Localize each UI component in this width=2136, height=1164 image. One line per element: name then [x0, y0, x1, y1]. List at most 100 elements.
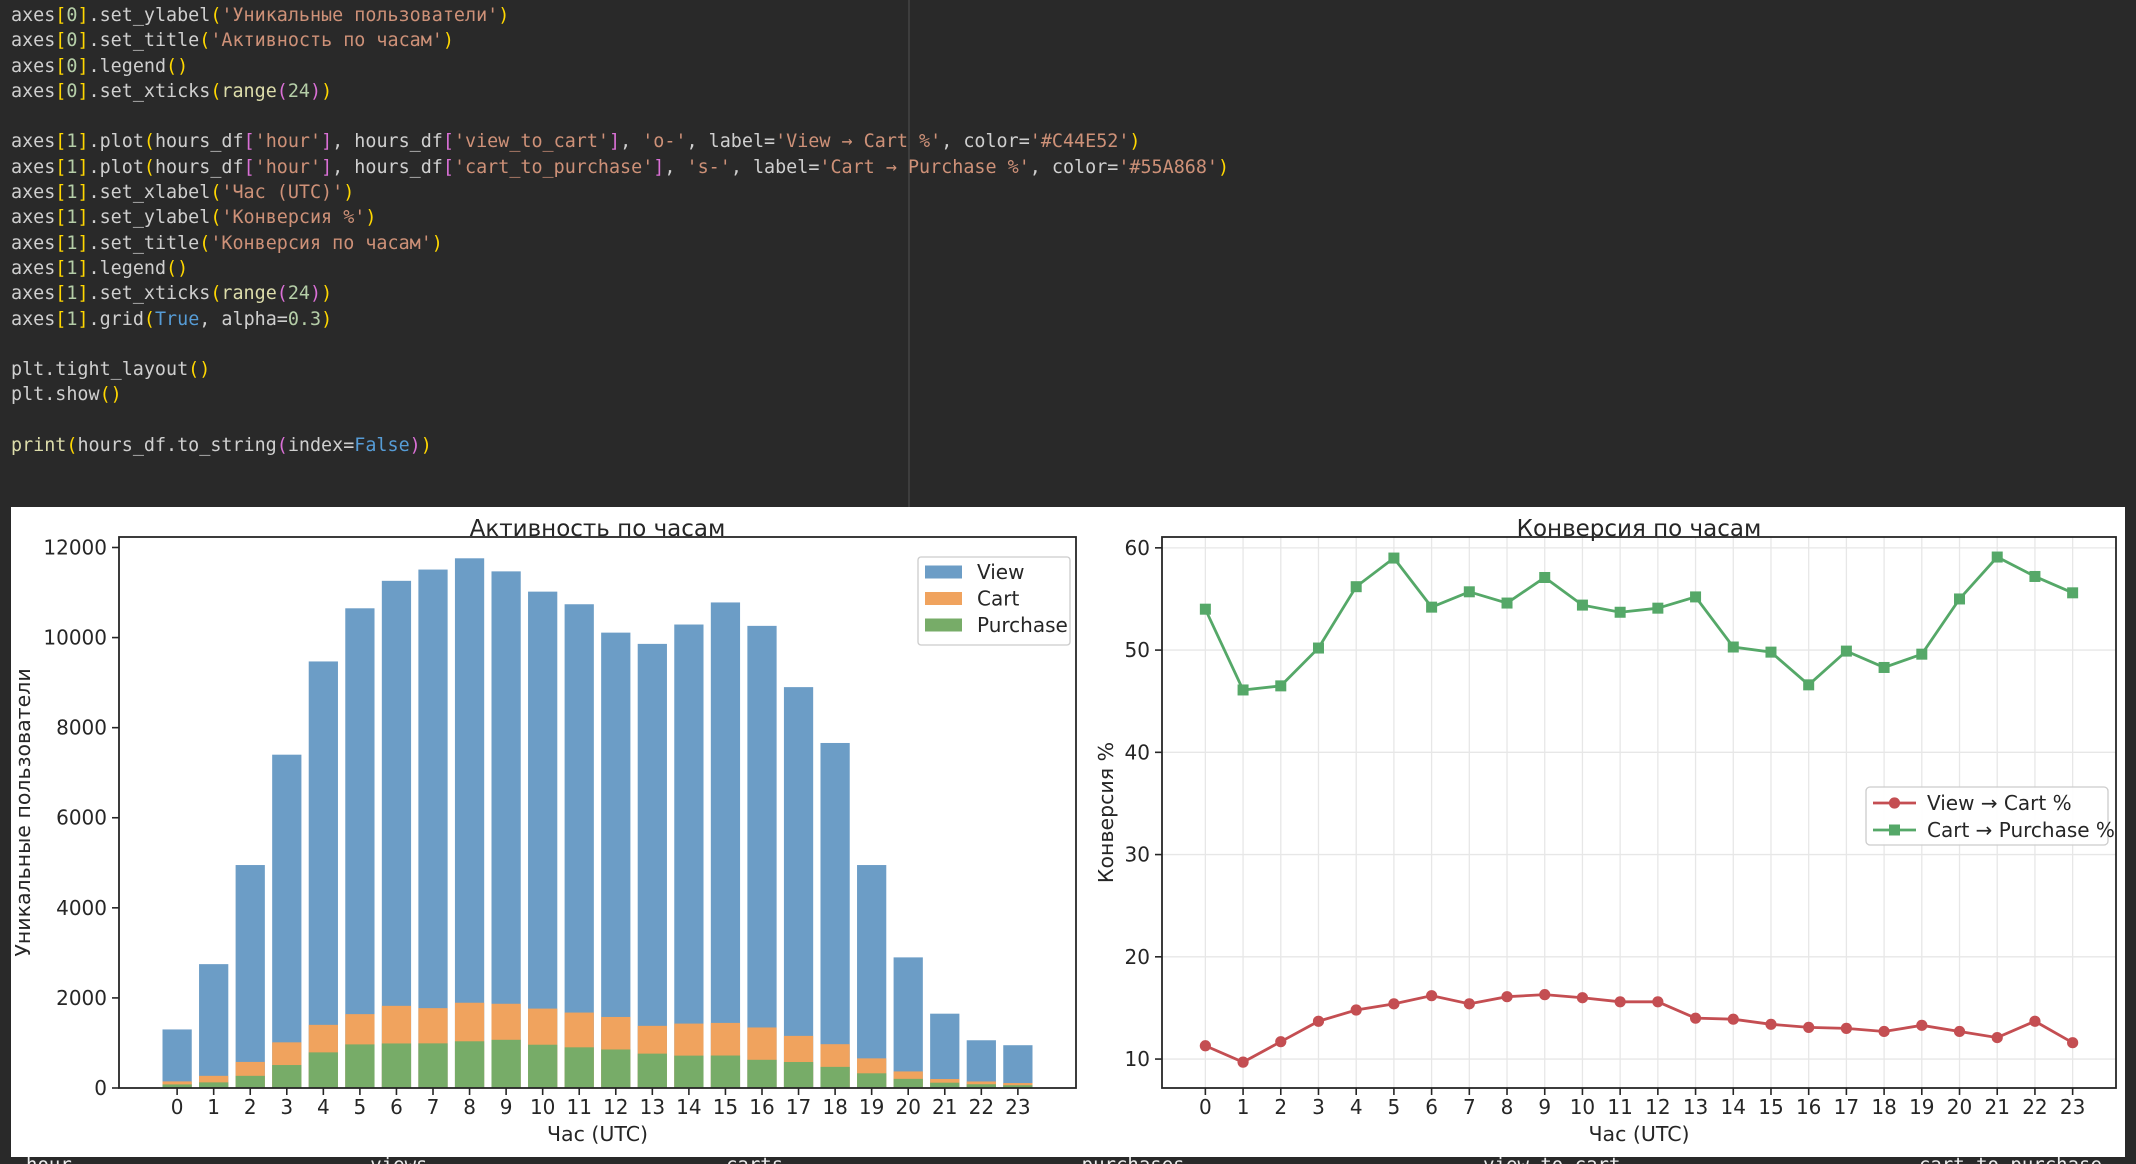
- svg-text:9: 9: [1538, 1095, 1551, 1119]
- code-lines: axes[0].set_ylabel('Уникальные пользоват…: [11, 3, 1229, 458]
- conversion-legend: View → Cart % Cart → Purchase %: [1865, 786, 2115, 846]
- svg-text:7: 7: [1463, 1095, 1476, 1119]
- svg-text:1: 1: [1237, 1095, 1250, 1119]
- code-line-12: axes[1].set_xticks(range(24)): [11, 283, 333, 305]
- svg-text:15: 15: [713, 1095, 738, 1119]
- series-view-to-cart: [1199, 989, 2079, 1068]
- svg-text:2: 2: [244, 1095, 257, 1119]
- svg-text:13: 13: [1683, 1095, 1708, 1119]
- svg-text:3: 3: [280, 1095, 293, 1119]
- dataframe-header-row: hourviewscartspurchasesview_to_cartcart_…: [0, 1157, 2136, 1164]
- series-cart-to-purchase: [1199, 551, 2079, 696]
- svg-text:0: 0: [1199, 1095, 1212, 1119]
- svg-text:5: 5: [354, 1095, 367, 1119]
- svg-text:14: 14: [1721, 1095, 1746, 1119]
- svg-text:13: 13: [640, 1095, 665, 1119]
- svg-text:1: 1: [207, 1095, 220, 1119]
- svg-text:17: 17: [1834, 1095, 1859, 1119]
- svg-text:50: 50: [1125, 638, 1150, 662]
- activity-legend: View CartPurchase: [917, 556, 1071, 646]
- svg-text:View → Cart %: View → Cart %: [1927, 791, 2072, 815]
- code-line-15: plt.tight_layout(): [11, 359, 211, 381]
- code-line-16: plt.show(): [11, 384, 122, 406]
- bars-view: [162, 558, 1033, 1088]
- code-line-2: axes[0].set_title('Активность по часам'): [11, 30, 454, 52]
- svg-text:Purchase: Purchase: [977, 613, 1068, 637]
- svg-text:10000: 10000: [43, 626, 107, 650]
- svg-text:Cart → Purchase %: Cart → Purchase %: [1927, 818, 2115, 842]
- matplotlib-figure: 0 1 2 3 4 5 6 7 8 9 10 11 12 13 14 15 16 17 18 19 20 21 22 23 0 2…: [11, 507, 2125, 1157]
- svg-text:4000: 4000: [56, 896, 107, 920]
- svg-text:14: 14: [676, 1095, 701, 1119]
- svg-text:22: 22: [2022, 1095, 2047, 1119]
- svg-text:18: 18: [822, 1095, 847, 1119]
- svg-text:18: 18: [1871, 1095, 1896, 1119]
- svg-text:Конверсия по часам: Конверсия по часам: [1517, 516, 1762, 542]
- dataframe-output-preview: hourviewscartspurchasesview_to_cartcart_…: [0, 1157, 2136, 1164]
- code-editor[interactable]: axes[0].set_ylabel('Уникальные пользоват…: [0, 0, 2136, 507]
- svg-text:10: 10: [1125, 1047, 1150, 1071]
- code-line-18: print(hours_df.to_string(index=False)): [11, 435, 432, 457]
- svg-text:6000: 6000: [56, 806, 107, 830]
- svg-text:Час (UTC): Час (UTC): [547, 1122, 648, 1146]
- svg-text:2: 2: [1274, 1095, 1287, 1119]
- svg-text:23: 23: [2060, 1095, 2085, 1119]
- code-line-4: axes[0].set_xticks(range(24)): [11, 80, 333, 102]
- code-line-8: axes[1].set_xlabel('Час (UTC)'): [11, 182, 355, 204]
- svg-text:11: 11: [1607, 1095, 1632, 1119]
- svg-text:8000: 8000: [56, 716, 107, 740]
- svg-text:12000: 12000: [43, 535, 107, 559]
- code-line-3: axes[0].legend(): [11, 55, 189, 77]
- code-line-6: axes[1].plot(hours_df['hour'], hours_df[…: [11, 131, 1141, 153]
- svg-text:Конверсия %: Конверсия %: [1094, 742, 1118, 883]
- svg-text:16: 16: [1796, 1095, 1821, 1119]
- svg-text:8: 8: [463, 1095, 476, 1119]
- svg-text:Уникальные пользователи: Уникальные пользователи: [11, 668, 35, 956]
- svg-text:6: 6: [1425, 1095, 1438, 1119]
- svg-text:20: 20: [895, 1095, 920, 1119]
- svg-text:20: 20: [1947, 1095, 1972, 1119]
- svg-text:11: 11: [566, 1095, 591, 1119]
- svg-text:21: 21: [1984, 1095, 2009, 1119]
- svg-text:Активность по часам: Активность по часам: [470, 516, 726, 542]
- svg-text:22: 22: [969, 1095, 994, 1119]
- svg-text:6: 6: [390, 1095, 403, 1119]
- svg-text:10: 10: [530, 1095, 555, 1119]
- svg-text:2000: 2000: [56, 986, 107, 1010]
- code-line-7: axes[1].plot(hours_df['hour'], hours_df[…: [11, 156, 1230, 178]
- svg-text:0: 0: [171, 1095, 184, 1119]
- notebook-screen: { "editor": { "background": "#292929", "…: [0, 0, 2136, 1164]
- svg-text:40: 40: [1125, 740, 1150, 764]
- svg-text:12: 12: [1645, 1095, 1670, 1119]
- conversion-line-chart: 0 1 2 3 4 5 6 7 8 9 10 11 12 13 14 15 16 17 18 19 20 21 22 2310…: [1094, 516, 2117, 1146]
- svg-text:5: 5: [1388, 1095, 1401, 1119]
- code-line-11: axes[1].legend(): [11, 257, 189, 279]
- svg-text:10: 10: [1570, 1095, 1595, 1119]
- svg-text:17: 17: [786, 1095, 811, 1119]
- svg-text:60: 60: [1125, 536, 1150, 560]
- svg-text:19: 19: [859, 1095, 884, 1119]
- code-line-10: axes[1].set_title('Конверсия по часам'): [11, 232, 443, 254]
- svg-text:7: 7: [427, 1095, 440, 1119]
- svg-text:20: 20: [1125, 945, 1150, 969]
- svg-text:View: View: [977, 560, 1024, 584]
- svg-text:30: 30: [1125, 843, 1150, 867]
- activity-bar-chart: 0 1 2 3 4 5 6 7 8 9 10 11 12 13 14 15 16 17 18 19 20 21 22 2302…: [11, 516, 1077, 1146]
- svg-text:Cart: Cart: [977, 587, 1019, 611]
- svg-text:0: 0: [94, 1076, 107, 1100]
- svg-text:19: 19: [1909, 1095, 1934, 1119]
- code-line-13: axes[1].grid(True, alpha=0.3): [11, 308, 333, 330]
- svg-text:3: 3: [1312, 1095, 1325, 1119]
- svg-text:15: 15: [1758, 1095, 1783, 1119]
- svg-text:16: 16: [749, 1095, 774, 1119]
- code-line-1: axes[0].set_ylabel('Уникальные пользоват…: [11, 5, 510, 26]
- svg-text:4: 4: [1350, 1095, 1363, 1119]
- code-line-9: axes[1].set_ylabel('Конверсия %'): [11, 207, 377, 229]
- svg-text:4: 4: [317, 1095, 330, 1119]
- svg-text:9: 9: [500, 1095, 513, 1119]
- svg-text:12: 12: [603, 1095, 628, 1119]
- svg-text:23: 23: [1005, 1095, 1030, 1119]
